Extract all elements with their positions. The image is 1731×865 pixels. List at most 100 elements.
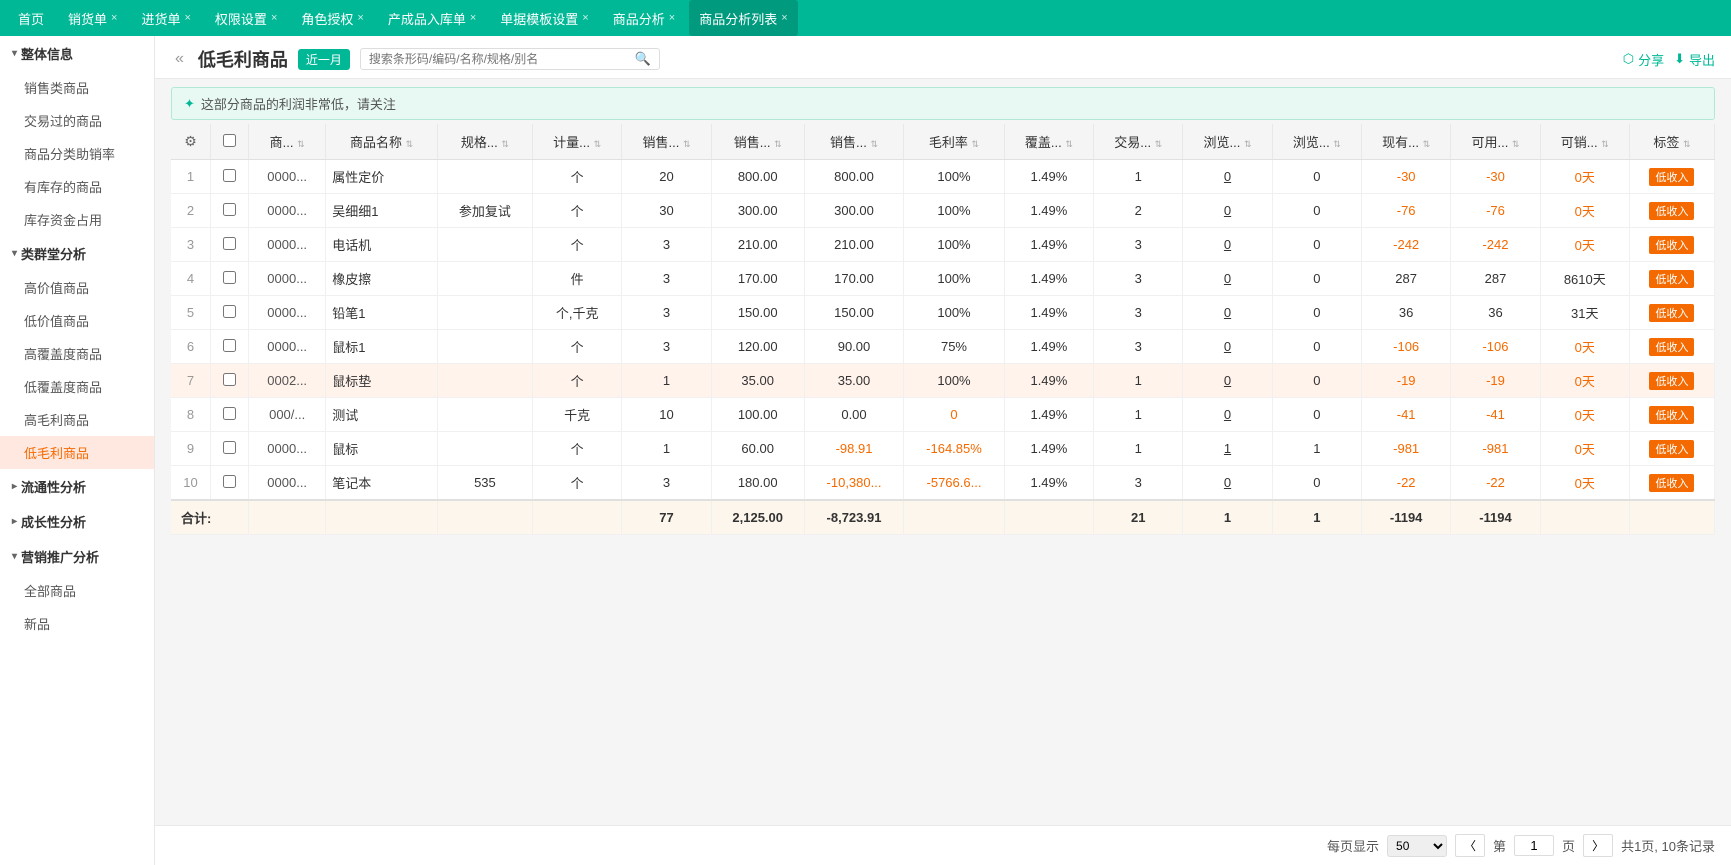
col-stock-current[interactable]: 现有... ⇅ <box>1362 124 1451 160</box>
nav-roles[interactable]: 角色授权 × <box>291 0 373 36</box>
nav-home[interactable]: 首页 <box>8 0 54 36</box>
table-container[interactable]: ⚙ 商... ⇅ 商品名称 ⇅ 规格... ⇅ 计量... ⇅ 销售... ⇅ … <box>155 124 1731 825</box>
close-icon[interactable]: × <box>271 12 277 24</box>
close-icon[interactable]: × <box>184 12 190 24</box>
col-gross-margin[interactable]: 毛利率 ⇅ <box>904 124 1005 160</box>
row-code[interactable]: 0000... <box>249 296 326 330</box>
row-name[interactable]: 笔记本 <box>326 466 438 501</box>
col-stock-saleable[interactable]: 可销... ⇅ <box>1540 124 1629 160</box>
row-checkbox[interactable] <box>210 364 248 398</box>
nav-permissions[interactable]: 权限设置 × <box>205 0 287 36</box>
col-settings[interactable]: ⚙ <box>171 124 210 160</box>
col-unit[interactable]: 计量... ⇅ <box>533 124 622 160</box>
row-name[interactable]: 鼠标 <box>326 432 438 466</box>
row-view1[interactable]: 0 <box>1183 262 1272 296</box>
row-name[interactable]: 鼠标1 <box>326 330 438 364</box>
next-page-btn[interactable]: 〉 <box>1583 834 1613 857</box>
page-number-input[interactable] <box>1514 835 1554 856</box>
sidebar-item-category-rate[interactable]: 商品分类助销率 <box>0 137 154 170</box>
nav-sales[interactable]: 销货单 × <box>58 0 127 36</box>
sidebar-item-sales-goods[interactable]: 销售类商品 <box>0 71 154 104</box>
row-view1[interactable]: 0 <box>1183 466 1272 501</box>
row-checkbox[interactable] <box>210 466 248 501</box>
sidebar-item-new-goods[interactable]: 新品 <box>0 607 154 640</box>
close-icon[interactable]: × <box>470 12 476 24</box>
row-view1[interactable]: 0 <box>1183 160 1272 194</box>
nav-analysis[interactable]: 商品分析 × <box>603 0 685 36</box>
sidebar-group-marketing[interactable]: ▾ 营销推广分析 <box>0 539 154 574</box>
col-name[interactable]: 商品名称 ⇅ <box>326 124 438 160</box>
row-checkbox[interactable] <box>210 228 248 262</box>
row-code[interactable]: 0000... <box>249 228 326 262</box>
page-size-select[interactable]: 50 100 200 <box>1387 835 1447 857</box>
row-checkbox[interactable] <box>210 330 248 364</box>
row-code[interactable]: 0000... <box>249 330 326 364</box>
col-coverage[interactable]: 覆盖... ⇅ <box>1004 124 1093 160</box>
col-sales-profit[interactable]: 销售... ⇅ <box>804 124 903 160</box>
export-button[interactable]: ⬇ 导出 <box>1674 50 1715 69</box>
row-checkbox[interactable] <box>210 296 248 330</box>
nav-purchase[interactable]: 进货单 × <box>131 0 200 36</box>
row-code[interactable]: 000/... <box>249 398 326 432</box>
row-view1[interactable]: 0 <box>1183 364 1272 398</box>
col-view1[interactable]: 浏览... ⇅ <box>1183 124 1272 160</box>
row-view1[interactable]: 0 <box>1183 228 1272 262</box>
row-name[interactable]: 电话机 <box>326 228 438 262</box>
close-icon[interactable]: × <box>357 12 363 24</box>
row-checkbox[interactable] <box>210 262 248 296</box>
filter-tag-month[interactable]: 近一月 <box>298 49 350 70</box>
row-code[interactable]: 0000... <box>249 432 326 466</box>
sidebar-item-high-value[interactable]: 高价值商品 <box>0 271 154 304</box>
row-checkbox[interactable] <box>210 160 248 194</box>
row-name[interactable]: 橡皮擦 <box>326 262 438 296</box>
prev-page-btn[interactable]: 〈 <box>1455 834 1485 857</box>
sidebar-group-circulation[interactable]: ▸ 流通性分析 <box>0 469 154 504</box>
col-tag[interactable]: 标签 ⇅ <box>1629 124 1714 160</box>
row-name[interactable]: 属性定价 <box>326 160 438 194</box>
sidebar-group-overall[interactable]: ▾ 整体信息 <box>0 36 154 71</box>
sidebar-item-low-margin[interactable]: 低毛利商品 <box>0 436 154 469</box>
sidebar-item-low-value[interactable]: 低价值商品 <box>0 304 154 337</box>
row-view1[interactable]: 0 <box>1183 330 1272 364</box>
search-input[interactable] <box>369 52 635 66</box>
row-name[interactable]: 测试 <box>326 398 438 432</box>
row-code[interactable]: 0000... <box>249 160 326 194</box>
sidebar-item-low-coverage[interactable]: 低覆盖度商品 <box>0 370 154 403</box>
search-icon[interactable]: 🔍 <box>635 51 651 67</box>
sidebar-collapse-btn[interactable]: « <box>171 50 188 68</box>
row-view1[interactable]: 0 <box>1183 398 1272 432</box>
col-code[interactable]: 商... ⇅ <box>249 124 326 160</box>
row-name[interactable]: 铅笔1 <box>326 296 438 330</box>
row-name[interactable]: 吴细细1 <box>326 194 438 228</box>
row-code[interactable]: 0000... <box>249 466 326 501</box>
row-checkbox[interactable] <box>210 398 248 432</box>
row-view1[interactable]: 1 <box>1183 432 1272 466</box>
sidebar-item-high-margin[interactable]: 高毛利商品 <box>0 403 154 436</box>
close-icon[interactable]: × <box>111 12 117 24</box>
sidebar-item-capital[interactable]: 库存资金占用 <box>0 203 154 236</box>
close-icon[interactable]: × <box>669 12 675 24</box>
col-checkbox[interactable] <box>210 124 248 160</box>
sidebar-item-high-coverage[interactable]: 高覆盖度商品 <box>0 337 154 370</box>
col-view2[interactable]: 浏览... ⇅ <box>1272 124 1361 160</box>
sidebar-group-cluster[interactable]: ▾ 类群堂分析 <box>0 236 154 271</box>
row-checkbox[interactable] <box>210 194 248 228</box>
row-checkbox[interactable] <box>210 432 248 466</box>
row-code[interactable]: 0000... <box>249 194 326 228</box>
sidebar-group-growth[interactable]: ▸ 成长性分析 <box>0 504 154 539</box>
share-button[interactable]: ⬡ 分享 <box>1623 50 1664 69</box>
sidebar-item-traded-goods[interactable]: 交易过的商品 <box>0 104 154 137</box>
col-sales-amount[interactable]: 销售... ⇅ <box>711 124 804 160</box>
nav-template[interactable]: 单据模板设置 × <box>490 0 598 36</box>
col-stock-available[interactable]: 可用... ⇅ <box>1451 124 1540 160</box>
row-view1[interactable]: 0 <box>1183 194 1272 228</box>
row-code[interactable]: 0002... <box>249 364 326 398</box>
col-sales-count[interactable]: 销售... ⇅ <box>622 124 711 160</box>
col-transaction[interactable]: 交易... ⇅ <box>1094 124 1183 160</box>
close-icon[interactable]: × <box>781 12 787 24</box>
nav-products-in[interactable]: 产成品入库单 × <box>378 0 486 36</box>
sidebar-item-all-goods[interactable]: 全部商品 <box>0 574 154 607</box>
row-name[interactable]: 鼠标垫 <box>326 364 438 398</box>
row-view1[interactable]: 0 <box>1183 296 1272 330</box>
close-icon[interactable]: × <box>582 12 588 24</box>
